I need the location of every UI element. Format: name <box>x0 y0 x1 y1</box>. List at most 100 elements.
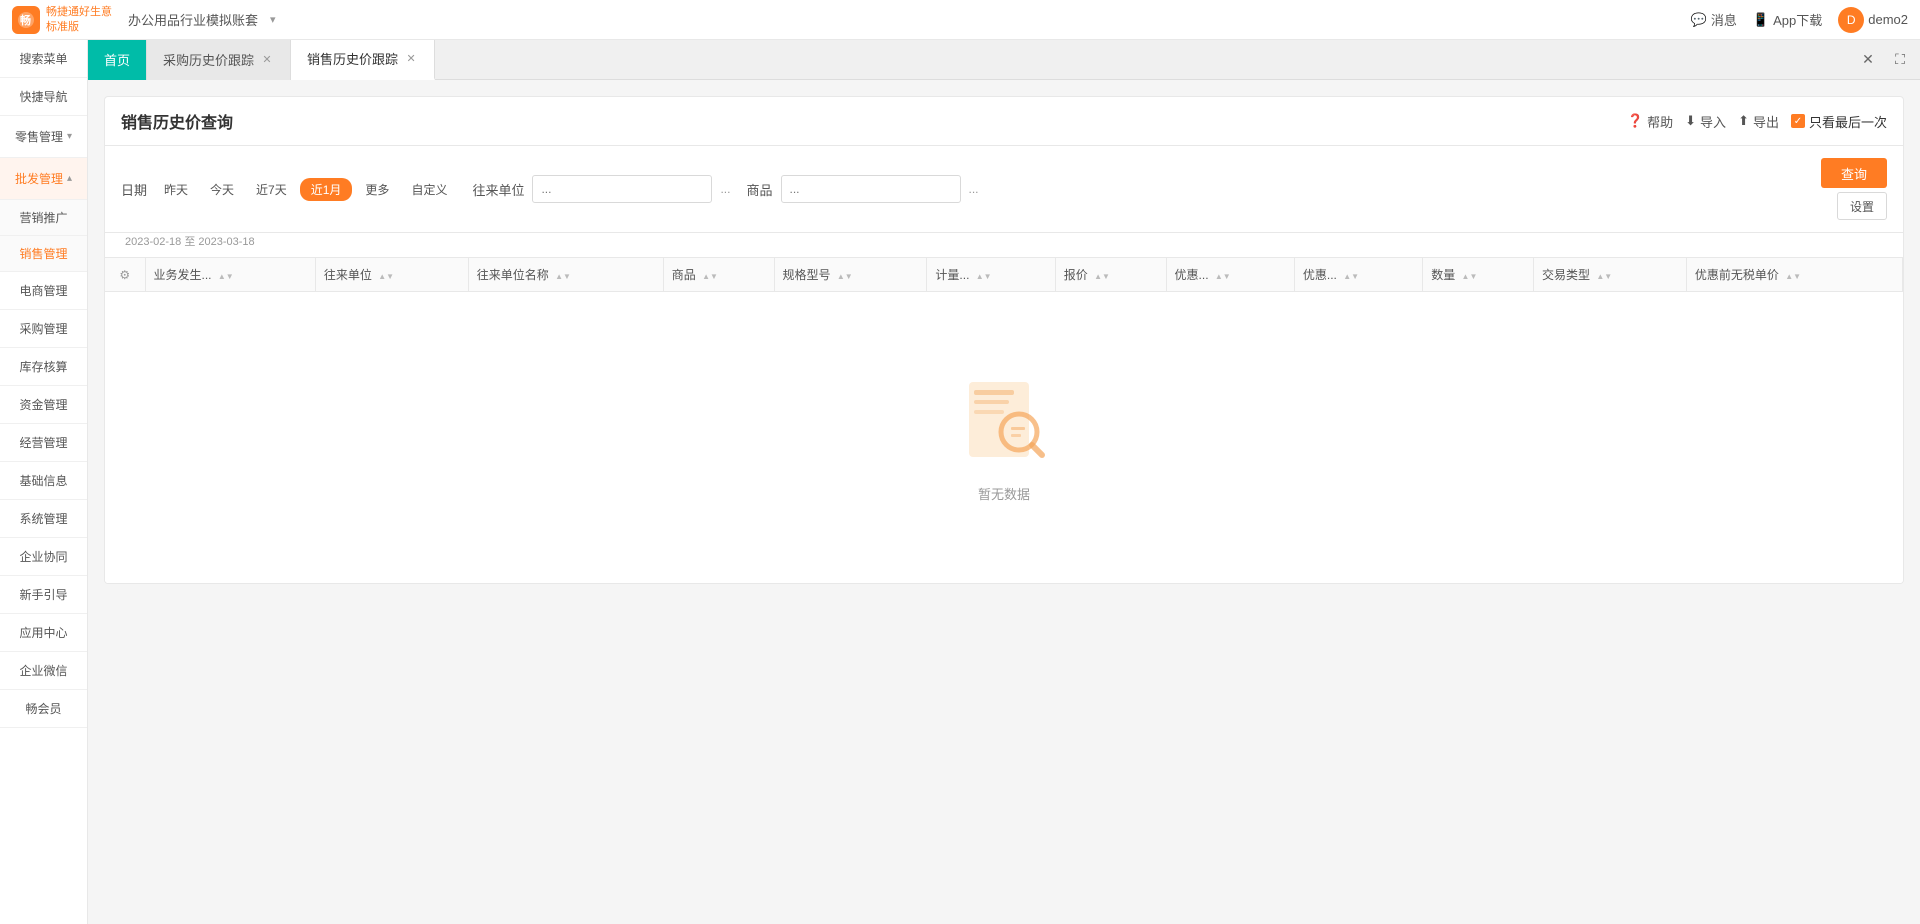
sort-arrows-pretax-price[interactable]: ▲▼ <box>1785 273 1801 281</box>
sidebar-item-enterprise-wechat[interactable]: 企业微信 <box>0 652 87 690</box>
wholesale-mgmt-arrow: ▴ <box>67 173 72 184</box>
tab-purchase-history-close[interactable]: ✕ <box>260 53 274 67</box>
import-btn[interactable]: ⬇ 导入 <box>1685 112 1726 131</box>
app-download-action[interactable]: 📱 App下载 <box>1753 10 1822 29</box>
gear-icon[interactable]: ⚙ <box>119 268 130 282</box>
date-filter-group: 日期 昨天 今天 近7天 近1月 更多 自定义 <box>121 178 456 201</box>
date-range-row: 2023-02-18 至 2023-03-18 <box>105 233 1903 258</box>
help-btn[interactable]: ❓ 帮助 <box>1627 112 1673 131</box>
export-btn[interactable]: ⬆ 导出 <box>1738 112 1779 131</box>
page-header-actions: ❓ 帮助 ⬇ 导入 ⬆ 导出 ✓ 只看最后一次 <box>1627 112 1887 131</box>
goods-dots[interactable]: ... <box>969 182 979 196</box>
sort-arrows-spec[interactable]: ▲▼ <box>837 273 853 281</box>
empty-text: 暂无数据 <box>978 484 1030 503</box>
sort-arrows-unit[interactable]: ▲▼ <box>976 273 992 281</box>
page-title: 销售历史价查询 <box>121 109 233 133</box>
partner-label: 往来单位 <box>472 180 524 199</box>
sort-arrows-biz-date[interactable]: ▲▼ <box>218 273 234 281</box>
sidebar-item-new-guide[interactable]: 新手引导 <box>0 576 87 614</box>
top-bar: 畅 畅捷通好生意 标准版 办公用品行业模拟账套 ▾ 💬 消息 📱 App下载 D… <box>0 0 1920 40</box>
tab-close-all-btn[interactable]: ✕ <box>1856 48 1880 72</box>
tab-purchase-history[interactable]: 采购历史价跟踪 ✕ <box>147 40 291 80</box>
sort-arrows-discount2[interactable]: ▲▼ <box>1343 273 1359 281</box>
tab-sales-history[interactable]: 销售历史价跟踪 ✕ <box>291 40 435 80</box>
page-header: 销售历史价查询 ❓ 帮助 ⬇ 导入 ⬆ 导出 <box>105 97 1903 146</box>
app-title: 办公用品行业模拟账套 <box>128 10 258 29</box>
tab-sales-history-close[interactable]: ✕ <box>404 52 418 66</box>
date-btn-7days[interactable]: 近7天 <box>247 178 296 201</box>
col-trade-type[interactable]: 交易类型 ▲▼ <box>1533 258 1686 292</box>
sort-arrows-quote[interactable]: ▲▼ <box>1094 273 1110 281</box>
sidebar-item-retail-mgmt[interactable]: 零售管理 ▾ <box>0 116 87 158</box>
sidebar-item-purchase-mgmt[interactable]: 采购管理 <box>0 310 87 348</box>
download-icon: 📱 <box>1753 12 1769 28</box>
sidebar-item-vip-member[interactable]: 畅会员 <box>0 690 87 728</box>
tab-home[interactable]: 首页 <box>88 40 147 80</box>
empty-icon <box>954 372 1054 472</box>
col-pretax-price[interactable]: 优惠前无税单价 ▲▼ <box>1686 258 1902 292</box>
col-quote[interactable]: 报价 ▲▼ <box>1055 258 1166 292</box>
sort-arrows-trade-type[interactable]: ▲▼ <box>1596 273 1612 281</box>
col-partner-name[interactable]: 往来单位名称 ▲▼ <box>468 258 663 292</box>
empty-state: 暂无数据 <box>105 292 1903 583</box>
sidebar-item-enterprise[interactable]: 企业协同 <box>0 538 87 576</box>
date-btn-yesterday[interactable]: 昨天 <box>155 178 197 201</box>
only-last-checkbox-label[interactable]: ✓ 只看最后一次 <box>1791 112 1887 131</box>
query-button[interactable]: 查询 <box>1821 158 1887 188</box>
col-unit[interactable]: 计量... ▲▼ <box>927 258 1055 292</box>
tab-maximize-btn[interactable]: ⛶ <box>1888 48 1912 72</box>
user-action[interactable]: D demo2 <box>1838 7 1908 33</box>
partner-filter-group: 往来单位 ... <box>472 175 730 203</box>
wholesale-mgmt-label: 批发管理 <box>15 170 63 187</box>
col-goods[interactable]: 商品 ▲▼ <box>663 258 774 292</box>
app-title-dropdown[interactable]: ▾ <box>270 13 276 26</box>
date-btn-today[interactable]: 今天 <box>201 178 243 201</box>
help-icon: ❓ <box>1627 113 1643 129</box>
sidebar-item-marketing[interactable]: 营销推广 <box>0 200 87 236</box>
col-partner-code[interactable]: 往来单位 ▲▼ <box>315 258 468 292</box>
sort-arrows-goods[interactable]: ▲▼ <box>702 273 718 281</box>
main-card: 销售历史价查询 ❓ 帮助 ⬇ 导入 ⬆ 导出 <box>104 96 1904 584</box>
col-settings[interactable]: ⚙ <box>105 258 145 292</box>
sort-arrows-partner-name[interactable]: ▲▼ <box>555 273 571 281</box>
sidebar-item-app-center[interactable]: 应用中心 <box>0 614 87 652</box>
sidebar-item-inventory[interactable]: 库存核算 <box>0 348 87 386</box>
sort-arrows-quantity[interactable]: ▲▼ <box>1462 273 1478 281</box>
sort-arrows-discount1[interactable]: ▲▼ <box>1215 273 1231 281</box>
sidebar-item-basic-info[interactable]: 基础信息 <box>0 462 87 500</box>
sidebar-item-sales-mgmt[interactable]: 销售管理 <box>0 236 87 272</box>
date-btn-more[interactable]: 更多 <box>356 178 398 201</box>
export-icon: ⬆ <box>1738 113 1749 129</box>
import-icon: ⬇ <box>1685 113 1696 129</box>
sidebar-item-ops-mgmt[interactable]: 经营管理 <box>0 424 87 462</box>
quick-nav-label: 快捷导航 <box>19 88 67 105</box>
sidebar-item-sys-mgmt[interactable]: 系统管理 <box>0 500 87 538</box>
date-btn-custom[interactable]: 自定义 <box>402 178 456 201</box>
date-range-text: 2023-02-18 至 2023-03-18 <box>125 236 255 248</box>
sidebar-item-wholesale-mgmt[interactable]: 批发管理 ▴ <box>0 158 87 200</box>
logo-text: 畅捷通好生意 标准版 <box>46 5 112 34</box>
sidebar-item-quick-nav[interactable]: 快捷导航 <box>0 78 87 116</box>
settings-button[interactable]: 设置 <box>1837 192 1887 220</box>
sidebar-item-search-menu[interactable]: 搜索菜单 <box>0 40 87 78</box>
goods-label: 商品 <box>746 180 772 199</box>
main-layout: 搜索菜单 快捷导航 零售管理 ▾ 批发管理 ▴ 营销推广 销售管理 电商管理 采… <box>0 40 1920 924</box>
col-discount1[interactable]: 优惠... ▲▼ <box>1166 258 1294 292</box>
partner-dots[interactable]: ... <box>720 182 730 196</box>
goods-input[interactable] <box>781 175 961 203</box>
col-biz-date[interactable]: 业务发生... ▲▼ <box>145 258 315 292</box>
partner-input[interactable] <box>532 175 712 203</box>
tab-home-label: 首页 <box>104 50 130 69</box>
sort-arrows-partner-code[interactable]: ▲▼ <box>378 273 394 281</box>
tab-bar-actions: ✕ ⛶ <box>1856 48 1920 72</box>
col-spec[interactable]: 规格型号 ▲▼ <box>774 258 927 292</box>
date-label: 日期 <box>121 180 147 199</box>
avatar: D <box>1838 7 1864 33</box>
col-discount2[interactable]: 优惠... ▲▼ <box>1294 258 1422 292</box>
sidebar-item-finance-mgmt[interactable]: 资金管理 <box>0 386 87 424</box>
only-last-checkbox[interactable]: ✓ <box>1791 114 1805 128</box>
sidebar-item-ecom-mgmt[interactable]: 电商管理 <box>0 272 87 310</box>
date-btn-1month[interactable]: 近1月 <box>300 178 353 201</box>
message-action[interactable]: 💬 消息 <box>1691 10 1737 29</box>
col-quantity[interactable]: 数量 ▲▼ <box>1423 258 1534 292</box>
